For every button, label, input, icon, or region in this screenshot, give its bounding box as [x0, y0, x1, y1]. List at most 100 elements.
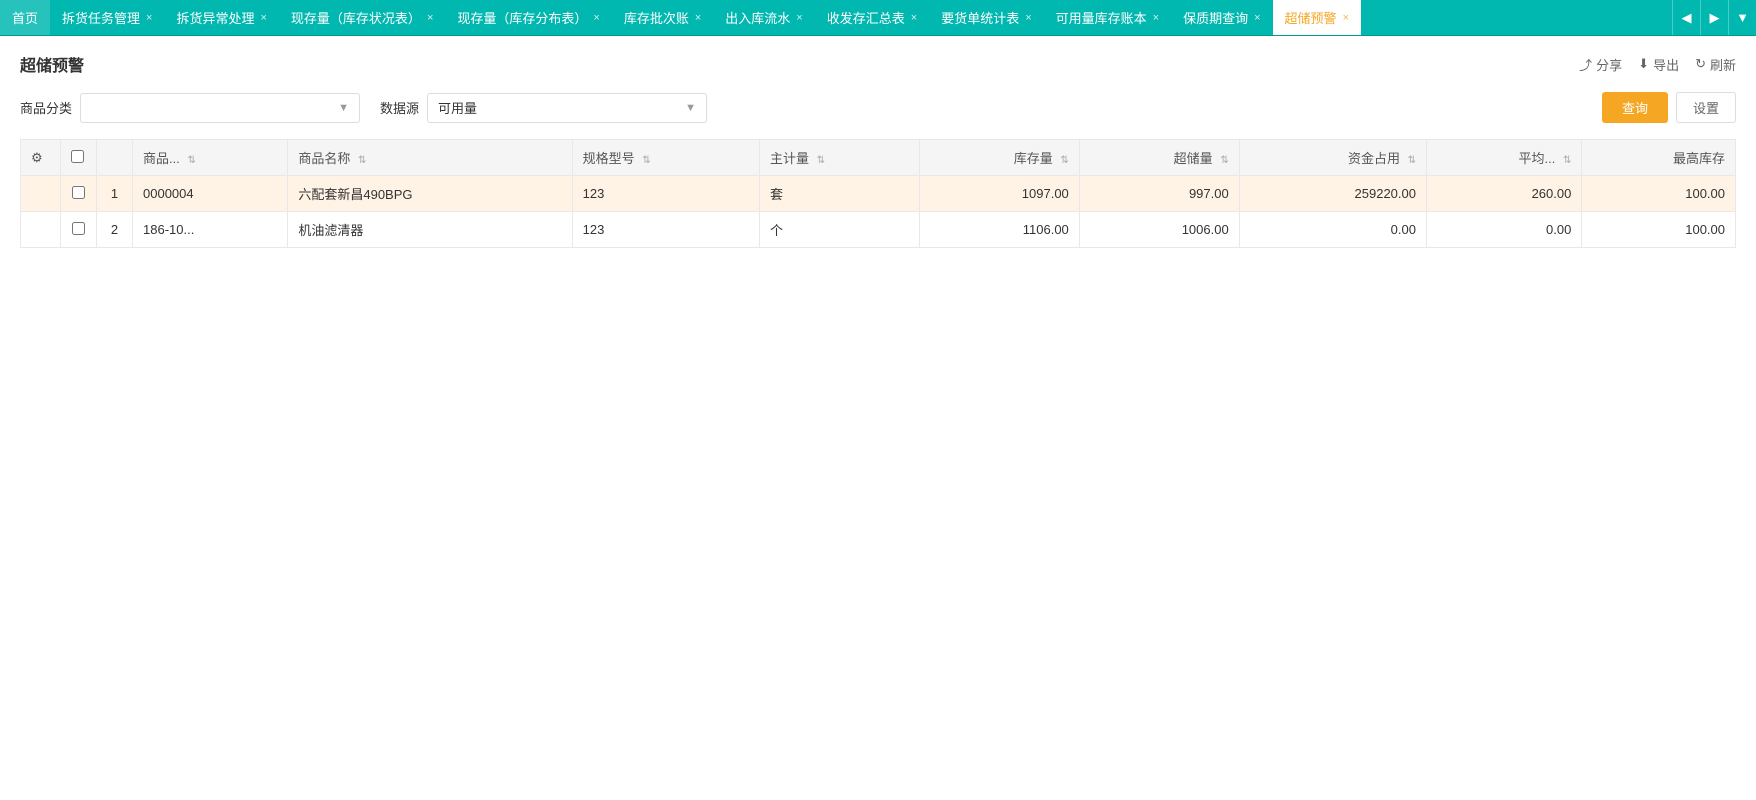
- row-checkbox[interactable]: [72, 222, 85, 235]
- header-actions: ⤴ 分享 ⬇ 导出 ↻ 刷新: [1579, 55, 1736, 74]
- th-unit[interactable]: 主计量 ⇅: [759, 140, 919, 176]
- row-checkbox-cell[interactable]: [61, 212, 97, 248]
- nav-item-xianzun-status[interactable]: 现存量（库存状况表） ×: [279, 0, 445, 35]
- main-content: 超储预警 ⤴ 分享 ⬇ 导出 ↻ 刷新 商品分类 ▼ 数据源: [0, 36, 1756, 800]
- row-product-code: 0000004: [133, 176, 288, 212]
- chevron-down-icon: ▼: [338, 102, 349, 114]
- row-stock: 1106.00: [919, 212, 1079, 248]
- nav-menu-button[interactable]: ▼: [1728, 0, 1756, 35]
- category-label: 商品分类: [20, 98, 72, 117]
- sort-icon: ⇅: [1220, 155, 1228, 166]
- page-header: 超储预警 ⤴ 分享 ⬇ 导出 ↻ 刷新: [20, 52, 1736, 76]
- row-settings-cell: [21, 212, 61, 248]
- close-icon[interactable]: ×: [695, 12, 701, 24]
- share-icon: ⤴: [1579, 55, 1592, 74]
- nav-prev-button[interactable]: ◀: [1672, 0, 1700, 35]
- row-settings-cell: [21, 176, 61, 212]
- nav-item-overstock-warn[interactable]: 超储预警 ×: [1273, 0, 1361, 35]
- th-max-stock[interactable]: 最高库存: [1582, 140, 1736, 176]
- refresh-button[interactable]: ↻ 刷新: [1695, 55, 1736, 74]
- sort-icon: ⇅: [1563, 155, 1571, 166]
- row-number: 2: [97, 212, 133, 248]
- page-title: 超储预警: [20, 52, 1579, 76]
- close-icon[interactable]: ×: [1025, 12, 1031, 24]
- row-avg: 260.00: [1426, 176, 1581, 212]
- refresh-icon: ↻: [1695, 56, 1706, 72]
- th-overstock[interactable]: 超储量 ⇅: [1079, 140, 1239, 176]
- nav-item-kucun-batch[interactable]: 库存批次账 ×: [612, 0, 713, 35]
- row-overstock: 1006.00: [1079, 212, 1239, 248]
- nav-item-chaihuo-abnormal[interactable]: 拆货异常处理 ×: [164, 0, 278, 35]
- close-icon[interactable]: ×: [796, 12, 802, 24]
- chevron-down-icon: ▼: [685, 102, 696, 114]
- table-header-row: ⚙ 商品... ⇅ 商品名称 ⇅ 规格型号 ⇅: [21, 140, 1736, 176]
- close-icon[interactable]: ×: [593, 12, 599, 24]
- nav-item-order-stat[interactable]: 要货单统计表 ×: [929, 0, 1043, 35]
- datasource-filter: 数据源 可用量 ▼: [380, 93, 707, 123]
- close-icon[interactable]: ×: [427, 12, 433, 24]
- filter-row: 商品分类 ▼ 数据源 可用量 ▼ 查询 设置: [20, 92, 1736, 123]
- th-spec[interactable]: 规格型号 ⇅: [572, 140, 759, 176]
- settings-button[interactable]: 设置: [1676, 92, 1736, 123]
- query-button[interactable]: 查询: [1602, 92, 1668, 123]
- close-icon[interactable]: ×: [1153, 12, 1159, 24]
- datasource-select[interactable]: 可用量 ▼: [427, 93, 707, 123]
- nav-next-button[interactable]: ▶: [1700, 0, 1728, 35]
- row-unit: 个: [759, 212, 919, 248]
- row-max-stock: 100.00: [1582, 176, 1736, 212]
- sort-icon: ⇅: [1060, 155, 1068, 166]
- datasource-select-value: 可用量: [438, 98, 477, 117]
- th-capital[interactable]: 资金占用 ⇅: [1239, 140, 1426, 176]
- th-settings[interactable]: ⚙: [21, 140, 61, 176]
- th-checkbox: [61, 140, 97, 176]
- nav-item-chaihuo-task[interactable]: 拆货任务管理 ×: [50, 0, 164, 35]
- nav-item-available-account[interactable]: 可用量库存账本 ×: [1044, 0, 1171, 35]
- th-product-code[interactable]: 商品... ⇅: [133, 140, 288, 176]
- table-row: 2 186-10... 机油滤清器 123 个 1106.00 1006.00 …: [21, 212, 1736, 248]
- row-avg: 0.00: [1426, 212, 1581, 248]
- category-filter: 商品分类 ▼: [20, 93, 360, 123]
- row-number: 1: [97, 176, 133, 212]
- share-button[interactable]: ⤴ 分享: [1579, 55, 1622, 74]
- row-product-name: 机油滤清器: [288, 212, 572, 248]
- nav-item-home[interactable]: 首页: [0, 0, 50, 35]
- row-spec: 123: [572, 212, 759, 248]
- row-capital: 0.00: [1239, 212, 1426, 248]
- th-stock[interactable]: 库存量 ⇅: [919, 140, 1079, 176]
- nav-item-inout-flow[interactable]: 出入库流水 ×: [713, 0, 814, 35]
- close-icon[interactable]: ×: [260, 12, 266, 24]
- th-avg[interactable]: 平均... ⇅: [1426, 140, 1581, 176]
- sort-icon: ⇅: [358, 155, 366, 166]
- data-table: ⚙ 商品... ⇅ 商品名称 ⇅ 规格型号 ⇅: [20, 139, 1736, 248]
- row-stock: 1097.00: [919, 176, 1079, 212]
- table-row: 1 0000004 六配套新昌490BPG 123 套 1097.00 997.…: [21, 176, 1736, 212]
- close-icon[interactable]: ×: [146, 12, 152, 24]
- row-product-code: 186-10...: [133, 212, 288, 248]
- close-icon[interactable]: ×: [911, 12, 917, 24]
- nav-arrows: ◀ ▶ ▼: [1672, 0, 1756, 35]
- row-max-stock: 100.00: [1582, 212, 1736, 248]
- nav-item-xianzun-dist[interactable]: 现存量（库存分布表） ×: [445, 0, 611, 35]
- sort-icon: ⇅: [1408, 155, 1416, 166]
- nav-item-quality-check[interactable]: 保质期查询 ×: [1171, 0, 1272, 35]
- row-checkbox-cell[interactable]: [61, 176, 97, 212]
- export-icon: ⬇: [1638, 56, 1649, 72]
- row-unit: 套: [759, 176, 919, 212]
- sort-icon: ⇅: [642, 155, 650, 166]
- gear-icon: ⚙: [31, 150, 43, 165]
- category-select[interactable]: ▼: [80, 93, 360, 123]
- nav-item-receive-summary[interactable]: 收发存汇总表 ×: [815, 0, 929, 35]
- datasource-label: 数据源: [380, 98, 419, 117]
- th-rownum: [97, 140, 133, 176]
- sort-icon: ⇅: [187, 155, 195, 166]
- th-product-name[interactable]: 商品名称 ⇅: [288, 140, 572, 176]
- close-icon[interactable]: ×: [1343, 12, 1349, 24]
- select-all-checkbox[interactable]: [71, 150, 84, 163]
- row-product-name: 六配套新昌490BPG: [288, 176, 572, 212]
- sort-icon: ⇅: [817, 155, 825, 166]
- export-button[interactable]: ⬇ 导出: [1638, 55, 1679, 74]
- close-icon[interactable]: ×: [1254, 12, 1260, 24]
- row-spec: 123: [572, 176, 759, 212]
- row-checkbox[interactable]: [72, 186, 85, 199]
- row-capital: 259220.00: [1239, 176, 1426, 212]
